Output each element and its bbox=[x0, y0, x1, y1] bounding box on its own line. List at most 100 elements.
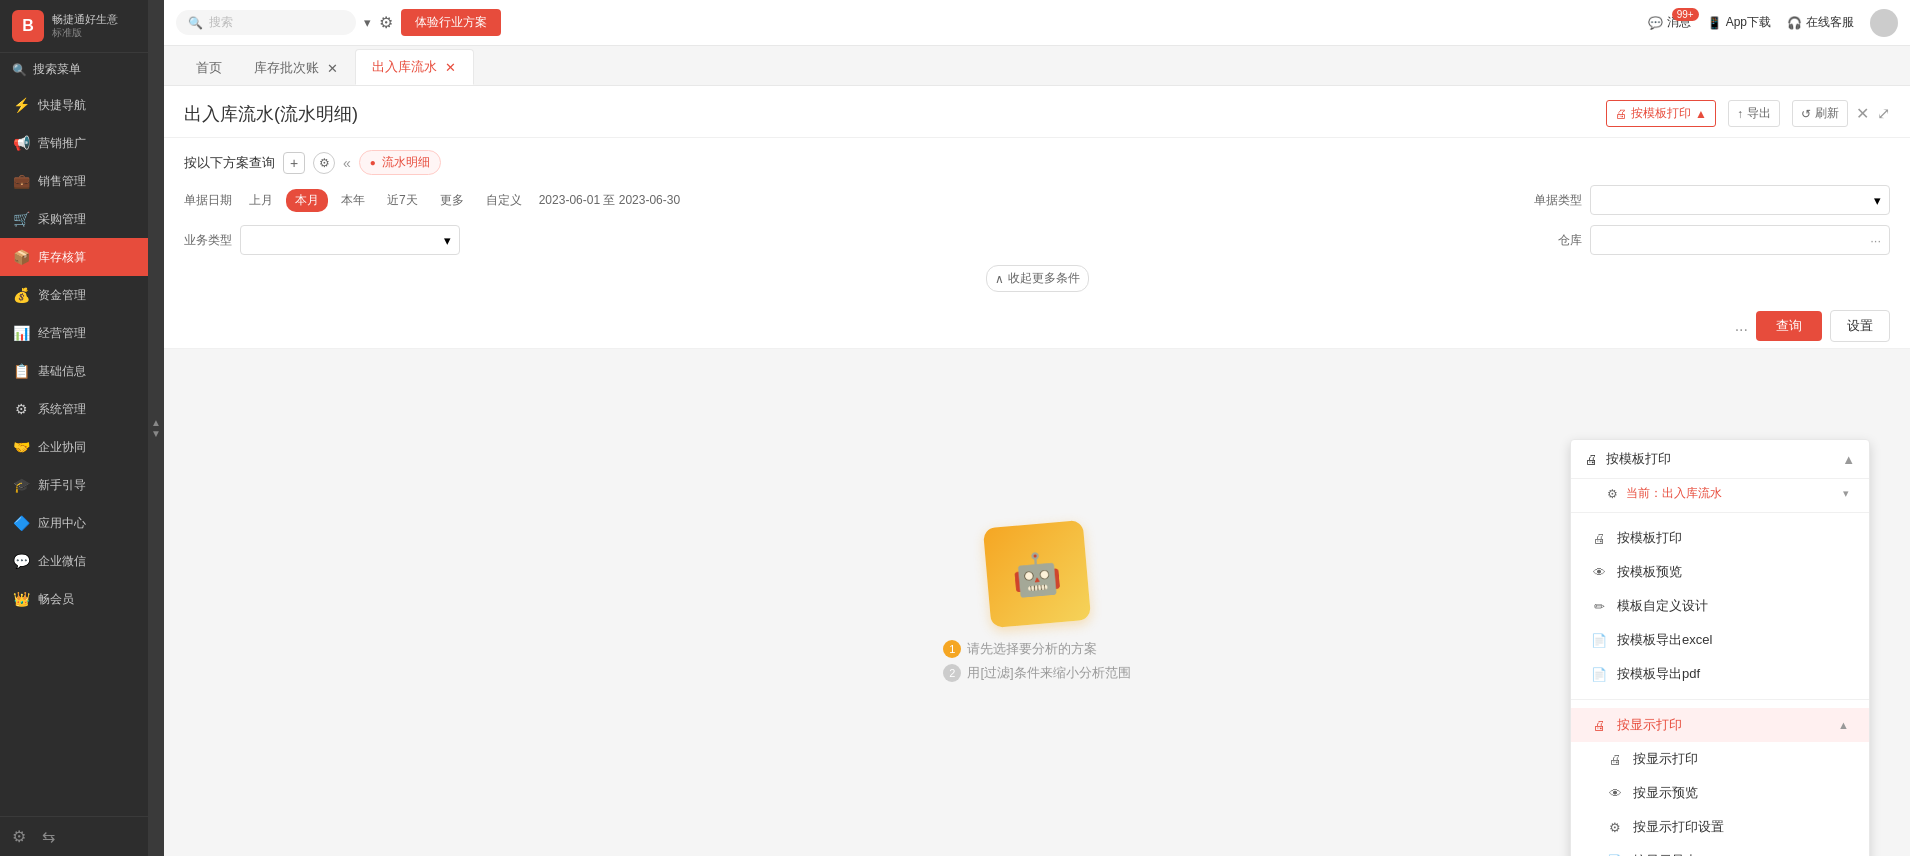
sidebar-item-inventory[interactable]: 📦 库存核算 bbox=[0, 238, 148, 276]
sidebar-item-operations[interactable]: 📊 经营管理 bbox=[0, 314, 148, 352]
date-btn-7days[interactable]: 近7天 bbox=[378, 189, 427, 212]
tip-1: 1 请先选择要分析的方案 bbox=[943, 640, 1130, 658]
collab-icon: 🤝 bbox=[12, 438, 30, 456]
sidebar-item-collab[interactable]: 🤝 企业协同 bbox=[0, 428, 148, 466]
collapse-sidebar-icon[interactable]: ⇆ bbox=[42, 827, 55, 846]
tab-home-label: 首页 bbox=[196, 59, 222, 77]
main-area: 🔍 搜索 ▾ ⚙ 体验行业方案 💬 消息 99+ 📱 App下载 🎧 在线客服 bbox=[164, 0, 1910, 856]
dp-item-display-print-header[interactable]: 🖨 按显示打印 ▲ bbox=[1571, 708, 1869, 742]
sidebar-item-label: 资金管理 bbox=[38, 287, 86, 304]
user-avatar-btn[interactable] bbox=[1870, 9, 1898, 37]
dp-item-label: 模板自定义设计 bbox=[1617, 597, 1708, 615]
dp-item-template-export-pdf[interactable]: 📄 按模板导出pdf bbox=[1571, 657, 1869, 691]
dp-item-display-print[interactable]: 🖨 按显示打印 bbox=[1571, 742, 1869, 776]
settings-icon[interactable]: ⚙ bbox=[12, 827, 26, 846]
sidebar-item-label: 采购管理 bbox=[38, 211, 86, 228]
page-actions: 🖨 按模板打印 ▲ ↑ 导出 ↺ 刷新 bbox=[1606, 100, 1848, 127]
sidebar-item-system[interactable]: ⚙ 系统管理 bbox=[0, 390, 148, 428]
collapse-btn[interactable]: ∧ 收起更多条件 bbox=[986, 265, 1089, 292]
topbar-gear-icon[interactable]: ⚙ bbox=[379, 13, 393, 32]
app-center-icon: 🔷 bbox=[12, 514, 30, 532]
warehouse-select[interactable]: ··· bbox=[1590, 225, 1890, 255]
sidebar-item-basic-info[interactable]: 📋 基础信息 bbox=[0, 352, 148, 390]
close-window-btn[interactable]: ✕ bbox=[1856, 104, 1869, 123]
dp-item-template-preview[interactable]: 👁 按模板预览 bbox=[1571, 555, 1869, 589]
chevron-up-icon: ▲ bbox=[1695, 107, 1707, 121]
page-header: 出入库流水(流水明细) 🖨 按模板打印 ▲ ↑ 导出 ↺ 刷新 ✕ bbox=[164, 86, 1910, 138]
sidebar-item-label: 畅会员 bbox=[38, 591, 74, 608]
topbar-search-box[interactable]: 🔍 搜索 bbox=[176, 10, 356, 35]
tab-inventory-batch[interactable]: 库存批次账 ✕ bbox=[238, 51, 355, 85]
filter-row-1: 单据日期 上月 本月 本年 近7天 更多 自定义 2023-06-01 至 20… bbox=[184, 185, 1890, 215]
tip-2: 2 用[过滤]条件来缩小分析范围 bbox=[943, 664, 1130, 682]
tab-flow-label: 出入库流水 bbox=[372, 58, 437, 76]
expand-window-btn[interactable]: ⤢ bbox=[1877, 104, 1890, 123]
dp-excel-icon: 📄 bbox=[1591, 632, 1607, 648]
sidebar-nav: ⚡ 快捷导航 📢 营销推广 💼 销售管理 🛒 采购管理 📦 库存核算 💰 资金管… bbox=[0, 86, 148, 816]
refresh-btn[interactable]: ↺ 刷新 bbox=[1792, 100, 1848, 127]
dp-item-display-preview[interactable]: 👁 按显示预览 bbox=[1571, 776, 1869, 810]
app-download-btn[interactable]: 📱 App下载 bbox=[1707, 14, 1771, 31]
message-btn[interactable]: 💬 消息 99+ bbox=[1648, 14, 1691, 31]
dp-display-preview-icon: 👁 bbox=[1607, 785, 1623, 801]
refresh-label: 刷新 bbox=[1815, 105, 1839, 122]
basic-info-icon: 📋 bbox=[12, 362, 30, 380]
sidebar-item-app-center[interactable]: 🔷 应用中心 bbox=[0, 504, 148, 542]
industry-btn[interactable]: 体验行业方案 bbox=[401, 9, 501, 36]
query-btn[interactable]: 查询 bbox=[1756, 311, 1822, 341]
sidebar-item-label: 基础信息 bbox=[38, 363, 86, 380]
dp-item-template-print[interactable]: 🖨 按模板打印 bbox=[1571, 521, 1869, 555]
print-template-btn[interactable]: 🖨 按模板打印 ▲ bbox=[1606, 100, 1716, 127]
more-actions-btn[interactable]: ... bbox=[1735, 317, 1748, 335]
voucher-type-dropdown-icon: ▾ bbox=[1874, 193, 1881, 208]
dp-item-template-custom[interactable]: ✏ 模板自定义设计 bbox=[1571, 589, 1869, 623]
sidebar-item-marketing[interactable]: 📢 营销推广 bbox=[0, 124, 148, 162]
sidebar-scroll[interactable]: ▲▼ bbox=[148, 0, 164, 856]
headset-icon: 🎧 bbox=[1787, 16, 1802, 30]
empty-tips: 1 请先选择要分析的方案 2 用[过滤]条件来缩小分析范围 bbox=[943, 640, 1130, 682]
dp-item-display-export-excel[interactable]: 📄 按显示导出excel bbox=[1571, 844, 1869, 856]
export-btn[interactable]: ↑ 导出 bbox=[1728, 100, 1780, 127]
sidebar-item-sales[interactable]: 💼 销售管理 bbox=[0, 162, 148, 200]
topbar-dropdown-icon[interactable]: ▾ bbox=[364, 15, 371, 30]
date-btn-this-month[interactable]: 本月 bbox=[286, 189, 328, 212]
date-btn-custom[interactable]: 自定义 bbox=[477, 189, 531, 212]
dp-header-arrow[interactable]: ▲ bbox=[1842, 452, 1855, 467]
content-area: 🤖 1 请先选择要分析的方案 2 用[过滤]条件来缩小分析范围 🖨 按模板打印 … bbox=[164, 349, 1910, 856]
filter-top: 按以下方案查询 + ⚙ « ● 流水明细 bbox=[184, 150, 1890, 175]
filter-tag[interactable]: ● 流水明细 bbox=[359, 150, 441, 175]
online-service-btn[interactable]: 🎧 在线客服 bbox=[1787, 14, 1854, 31]
voucher-type-select[interactable]: ▾ bbox=[1590, 185, 1890, 215]
system-icon: ⚙ bbox=[12, 400, 30, 418]
date-btn-last-month[interactable]: 上月 bbox=[240, 189, 282, 212]
voucher-type-field: 单据类型 ▾ bbox=[1534, 185, 1890, 215]
date-btn-this-year[interactable]: 本年 bbox=[332, 189, 374, 212]
sidebar-item-label: 企业协同 bbox=[38, 439, 86, 456]
dp-custom-icon: ✏ bbox=[1591, 598, 1607, 614]
tab-inventory-batch-close[interactable]: ✕ bbox=[325, 61, 339, 75]
sidebar-item-finance[interactable]: 💰 资金管理 bbox=[0, 276, 148, 314]
sidebar-item-enterprise-wx[interactable]: 💬 企业微信 bbox=[0, 542, 148, 580]
date-btn-more[interactable]: 更多 bbox=[431, 189, 473, 212]
sidebar-item-purchase[interactable]: 🛒 采购管理 bbox=[0, 200, 148, 238]
filter-settings-btn[interactable]: ⚙ bbox=[313, 152, 335, 174]
filter-collapse-icon[interactable]: « bbox=[343, 155, 351, 171]
sidebar-search[interactable]: 🔍 搜索菜单 bbox=[0, 53, 148, 86]
sidebar-item-member[interactable]: 👑 畅会员 bbox=[0, 580, 148, 618]
biz-type-field: 业务类型 ▾ bbox=[184, 225, 460, 255]
chevron-up-icon: ∧ bbox=[995, 272, 1004, 286]
biz-type-select[interactable]: ▾ bbox=[240, 225, 460, 255]
filter-add-btn[interactable]: + bbox=[283, 152, 305, 174]
sidebar-item-label: 经营管理 bbox=[38, 325, 86, 342]
settings-btn[interactable]: 设置 bbox=[1830, 310, 1890, 342]
dp-item-template-export-excel[interactable]: 📄 按模板导出excel bbox=[1571, 623, 1869, 657]
tab-home[interactable]: 首页 bbox=[180, 51, 238, 85]
sidebar-item-quick-nav[interactable]: ⚡ 快捷导航 bbox=[0, 86, 148, 124]
page-title: 出入库流水(流水明细) bbox=[184, 102, 358, 126]
dp-preview-icon: 👁 bbox=[1591, 564, 1607, 580]
sidebar-item-newbie[interactable]: 🎓 新手引导 bbox=[0, 466, 148, 504]
tab-flow[interactable]: 出入库流水 ✕ bbox=[355, 49, 474, 85]
dp-item-display-print-settings[interactable]: ⚙ 按显示打印设置 bbox=[1571, 810, 1869, 844]
topbar-search-icon: 🔍 bbox=[188, 16, 203, 30]
tab-flow-close[interactable]: ✕ bbox=[443, 60, 457, 74]
